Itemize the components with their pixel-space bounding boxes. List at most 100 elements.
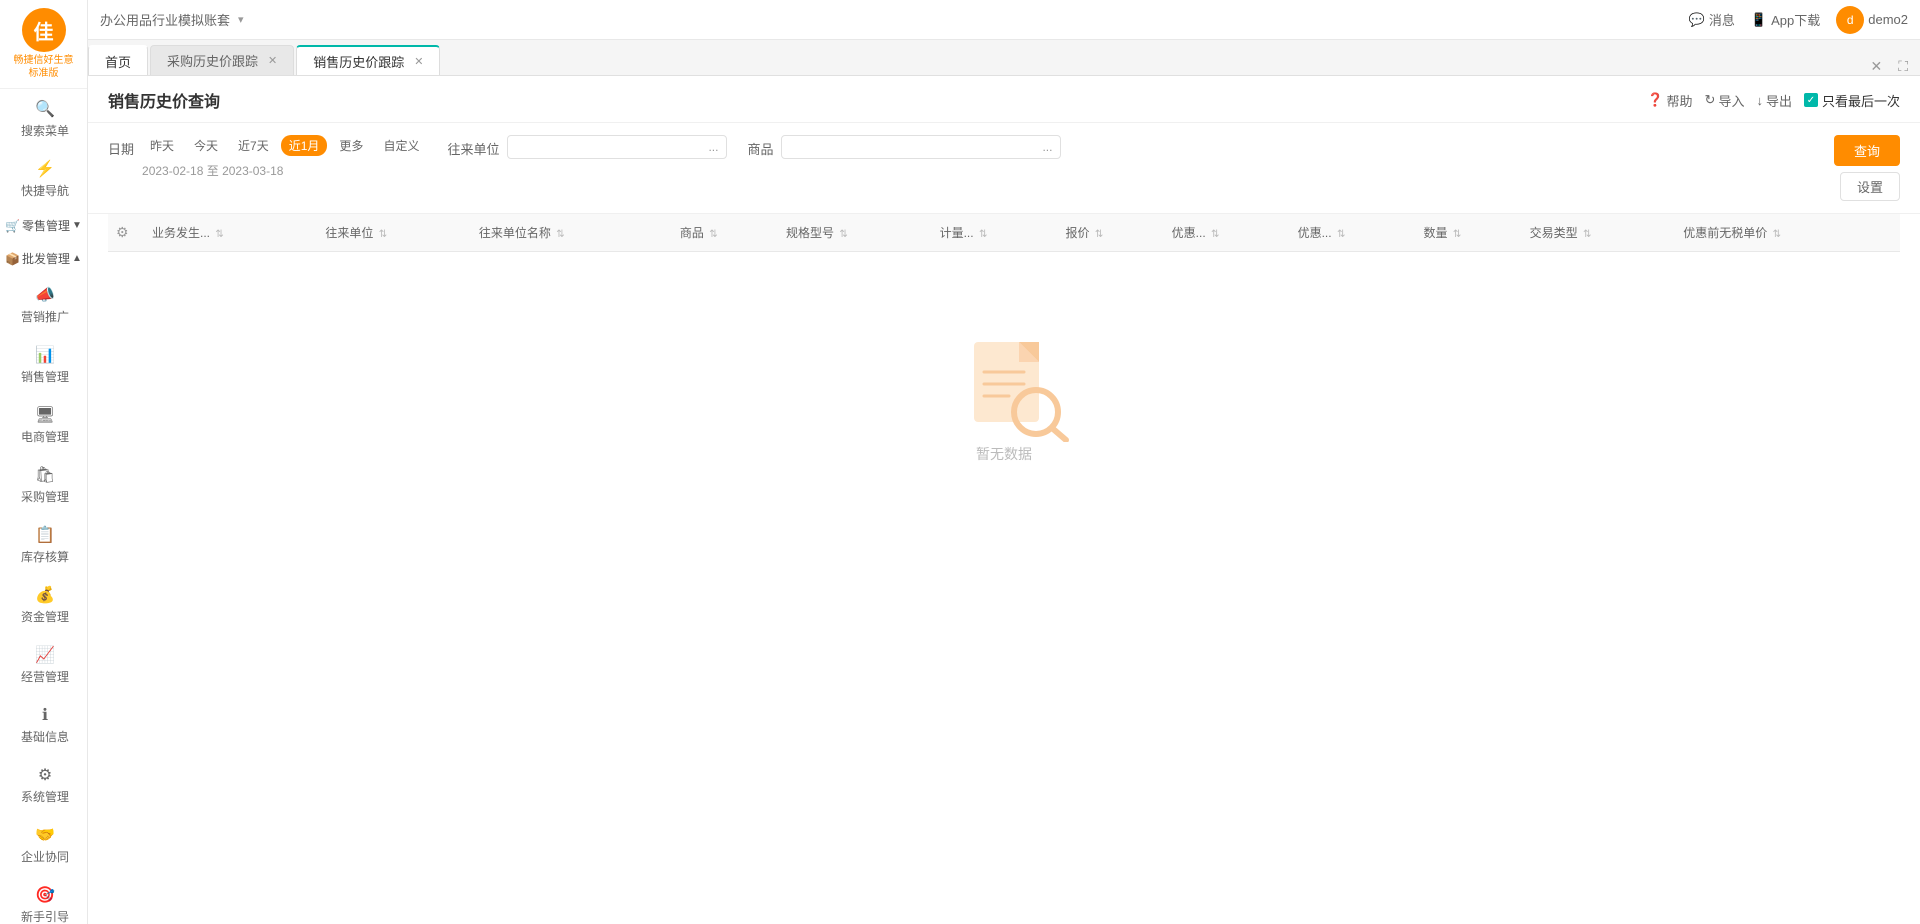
table-col-discount1[interactable]: 优惠... ⇅ <box>1164 214 1290 252</box>
sort-icon: ⇅ <box>1095 229 1103 240</box>
partner-filter-input[interactable]: ... <box>507 135 727 159</box>
data-table: ⚙ 业务发生... ⇅ 往来单位 ⇅ 往来单位名称 ⇅ <box>108 214 1900 252</box>
message-button[interactable]: 💬 消息 <box>1689 10 1735 29</box>
settings-button[interactable]: 设置 <box>1840 172 1900 201</box>
page-title: 销售历史价查询 <box>108 88 220 112</box>
user-name: demo2 <box>1868 12 1908 27</box>
table-settings-gear-icon[interactable]: ⚙ <box>116 224 129 240</box>
date-btn-custom[interactable]: 自定义 <box>375 135 427 156</box>
tab-purchase[interactable]: 采购历史价跟踪 ✕ <box>150 45 294 75</box>
sort-icon: ⇅ <box>1773 229 1781 240</box>
product-filter-input[interactable]: ... <box>781 135 1061 159</box>
date-btn-1month[interactable]: 近1月 <box>281 135 328 156</box>
date-btn-7days[interactable]: 近7天 <box>230 135 277 156</box>
sidebar-item-ecommerce[interactable]: 🖥 电商管理 <box>0 395 87 455</box>
sidebar-item-guide[interactable]: 🎯 新手引导 <box>0 875 87 924</box>
table-col-settings: ⚙ <box>108 214 144 252</box>
table-col-quote[interactable]: 报价 ⇅ <box>1058 214 1164 252</box>
close-window-button[interactable]: ✕ <box>1866 58 1886 75</box>
partner-filter-group: 往来单位 ... <box>447 135 727 159</box>
table-col-discount2[interactable]: 优惠... ⇅ <box>1290 214 1416 252</box>
table-container: ⚙ 业务发生... ⇅ 往来单位 ⇅ 往来单位名称 ⇅ <box>88 214 1920 544</box>
col-pretax-price-label: 优惠前无税单价 <box>1683 226 1767 240</box>
purchase-tab-label: 采购历史价跟踪 <box>167 51 258 70</box>
home-tab-label: 首页 <box>105 52 131 71</box>
main-area: 办公用品行业模拟账套 ▾ 💬 消息 📱 App下载 d demo2 首页 采购历… <box>88 0 1920 924</box>
sales-tab-close[interactable]: ✕ <box>414 55 423 68</box>
sidebar-item-quick[interactable]: ⚡ 快捷导航 <box>0 149 87 209</box>
table-col-pretax-price[interactable]: 优惠前无税单价 ⇅ <box>1675 214 1900 252</box>
sort-icon: ⇅ <box>839 229 847 240</box>
message-label: 消息 <box>1709 10 1735 29</box>
tab-sales[interactable]: 销售历史价跟踪 ✕ <box>296 45 440 75</box>
only-last-label: 只看最后一次 <box>1822 91 1900 110</box>
sidebar-item-basic[interactable]: ℹ 基础信息 <box>0 695 87 755</box>
date-filter-group: 日期 昨天 今天 近7天 近1月 更多 自定义 2023-02-18 至 202… <box>108 135 427 179</box>
sales-mgmt-icon: 📊 <box>35 345 55 365</box>
sidebar-item-enterprise[interactable]: 🤝 企业协同 <box>0 815 87 875</box>
sidebar-item-label: 营销推广 <box>21 308 69 325</box>
export-label: 导出 <box>1766 91 1792 110</box>
sort-icon: ⇅ <box>215 229 223 240</box>
table-col-unit[interactable]: 计量... ⇅ <box>932 214 1058 252</box>
export-button[interactable]: ↓ 导出 <box>1756 91 1792 110</box>
app-download-button[interactable]: 📱 App下载 <box>1751 10 1820 29</box>
sidebar-item-system[interactable]: ⚙ 系统管理 <box>0 755 87 815</box>
empty-state: 暂无数据 <box>108 252 1900 544</box>
app-title: 办公用品行业模拟账套 <box>100 10 230 29</box>
sidebar-item-label: 基础信息 <box>21 728 69 745</box>
tab-home[interactable]: 首页 <box>88 45 148 75</box>
sidebar-item-search[interactable]: 🔍 搜索菜单 <box>0 89 87 149</box>
table-col-spec[interactable]: 规格型号 ⇅ <box>778 214 932 252</box>
table-col-partner-name[interactable]: 往来单位名称 ⇅ <box>471 214 672 252</box>
only-last-checkbox-label[interactable]: ✓ 只看最后一次 <box>1804 91 1900 110</box>
sort-icon: ⇅ <box>379 229 387 240</box>
import-icon: ↻ <box>1705 92 1716 108</box>
table-col-quantity[interactable]: 数量 ⇅ <box>1416 214 1522 252</box>
maximize-button[interactable]: ⛶ <box>1894 58 1912 75</box>
basic-icon: ℹ <box>42 705 48 725</box>
table-col-partner-code[interactable]: 往来单位 ⇅ <box>317 214 471 252</box>
sort-icon: ⇅ <box>1337 229 1345 240</box>
operations-icon: 📈 <box>35 645 55 665</box>
logo-area: 佳 畅捷信好生意标准版 <box>0 0 87 89</box>
date-btn-yesterday[interactable]: 昨天 <box>142 135 182 156</box>
user-profile[interactable]: d demo2 <box>1836 6 1908 34</box>
chevron-up-icon: ▲ <box>72 253 82 264</box>
download-icon: 📱 <box>1751 12 1767 28</box>
sidebar-item-sales-mgmt[interactable]: 📊 销售管理 <box>0 335 87 395</box>
checkbox-checked-icon: ✓ <box>1804 93 1818 107</box>
empty-text: 暂无数据 <box>976 444 1032 464</box>
help-button[interactable]: ❓ 帮助 <box>1647 91 1692 110</box>
page-actions: ❓ 帮助 ↻ 导入 ↓ 导出 ✓ 只看最后一次 <box>1647 91 1900 110</box>
sidebar-item-wholesale[interactable]: 📦 批发管理 ▲ <box>0 242 87 275</box>
partner-filter-label: 往来单位 <box>447 135 499 158</box>
table-col-trade-type[interactable]: 交易类型 ⇅ <box>1522 214 1676 252</box>
retail-icon: 🛒 <box>5 219 20 233</box>
sidebar-item-operations[interactable]: 📈 经营管理 <box>0 635 87 695</box>
partner-input-dots: ... <box>708 140 718 154</box>
sidebar-item-purchase-mgmt[interactable]: 🛍 采购管理 <box>0 455 87 515</box>
import-button[interactable]: ↻ 导入 <box>1705 91 1745 110</box>
col-trade-type-label: 交易类型 <box>1530 226 1578 240</box>
query-button[interactable]: 查询 <box>1834 135 1900 166</box>
sidebar-item-finance[interactable]: 💰 资金管理 <box>0 575 87 635</box>
table-col-date[interactable]: 业务发生... ⇅ <box>144 214 317 252</box>
sidebar-item-label: 批发管理 <box>22 250 70 267</box>
download-label: App下载 <box>1771 10 1820 29</box>
inventory-icon: 📋 <box>35 525 55 545</box>
date-btn-more[interactable]: 更多 <box>331 135 371 156</box>
table-col-product[interactable]: 商品 ⇅ <box>672 214 778 252</box>
purchase-tab-close[interactable]: ✕ <box>268 54 277 67</box>
empty-state-svg <box>954 332 1074 442</box>
sidebar-item-label: 零售管理 <box>22 217 70 234</box>
sidebar-item-label: 经营管理 <box>21 668 69 685</box>
sidebar-item-inventory[interactable]: 📋 库存核算 <box>0 515 87 575</box>
sidebar-item-retail[interactable]: 🛒 零售管理 ▼ <box>0 209 87 242</box>
wholesale-icon: 📦 <box>5 252 20 266</box>
date-btn-today[interactable]: 今天 <box>186 135 226 156</box>
sidebar-item-marketing[interactable]: 📣 营销推广 <box>0 275 87 335</box>
app-dropdown-icon[interactable]: ▾ <box>238 13 244 26</box>
sort-icon: ⇅ <box>709 229 717 240</box>
product-filter-group: 商品 ... <box>747 135 1061 159</box>
